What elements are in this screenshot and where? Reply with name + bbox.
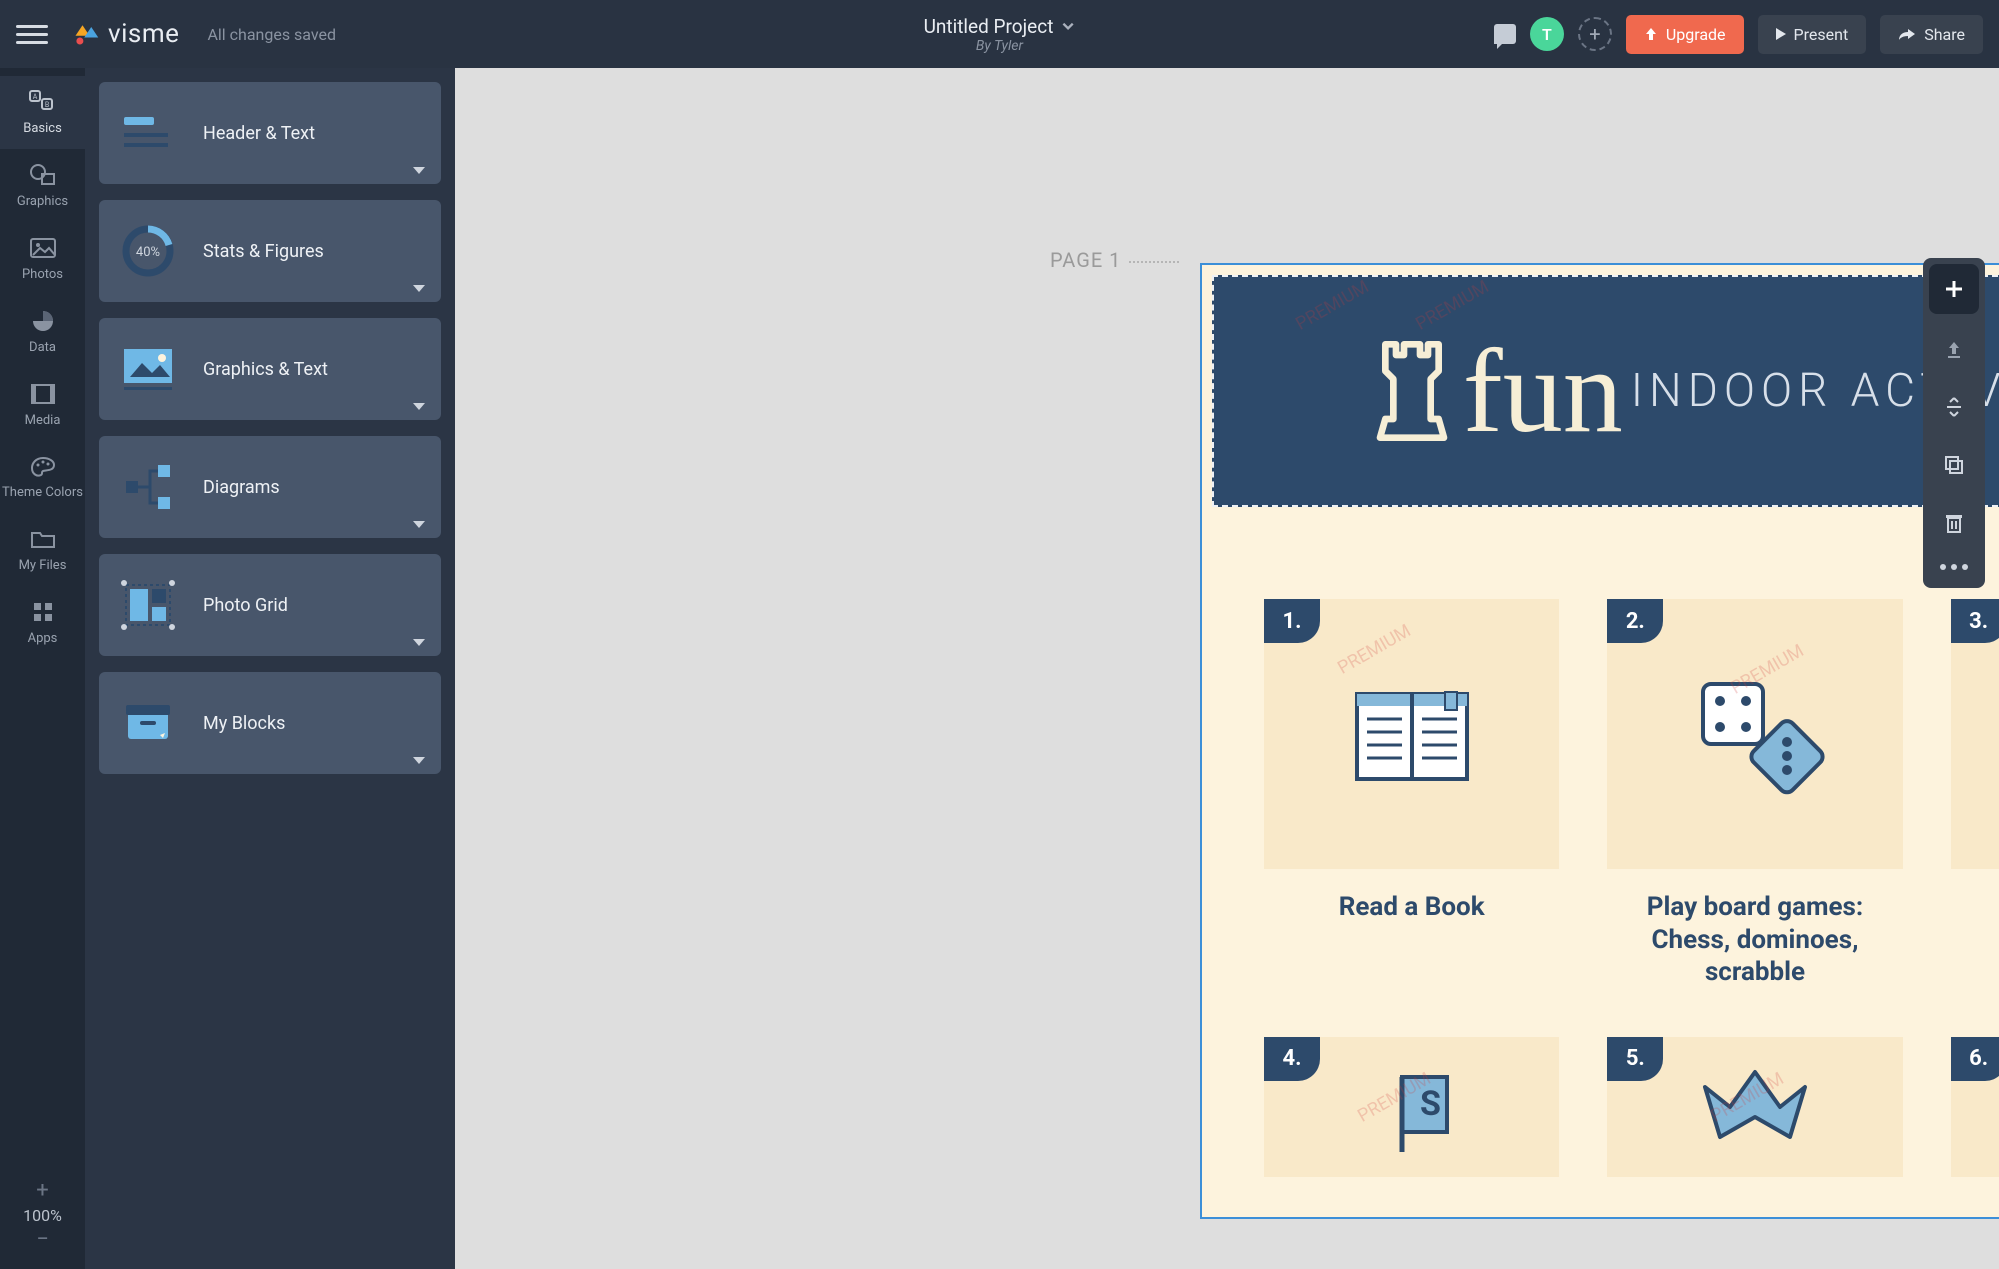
rail-media[interactable]: Media xyxy=(0,368,85,441)
save-status: All changes saved xyxy=(207,25,336,44)
folder-icon xyxy=(28,526,58,552)
more-button[interactable] xyxy=(1923,552,1985,582)
svg-text:A: A xyxy=(32,93,37,101)
project-author: By Tyler xyxy=(924,38,1076,54)
upload-button[interactable] xyxy=(1923,320,1985,378)
film-icon xyxy=(28,381,58,407)
activity-card[interactable]: 2. PREMIUM Play board games: Chess, domi… xyxy=(1607,599,1902,989)
picture-icon xyxy=(119,340,177,398)
logo-text: visme xyxy=(108,19,179,49)
palette-icon xyxy=(28,454,58,480)
pie-chart-icon xyxy=(28,308,58,334)
archive-box-icon xyxy=(119,694,177,752)
chess-rook-icon xyxy=(1369,331,1455,451)
svg-text:40%: 40% xyxy=(136,245,160,260)
image-icon xyxy=(28,235,58,261)
canvas[interactable]: PAGE 1 PREMIUM PREMIUM fun INDOOR ACTIVI… xyxy=(455,68,1999,1269)
rail-photos[interactable]: Photos xyxy=(0,222,85,295)
book-icon xyxy=(1337,674,1487,794)
svg-text:B: B xyxy=(44,101,48,109)
comment-icon[interactable] xyxy=(1494,24,1516,44)
svg-text:S: S xyxy=(1420,1084,1441,1124)
dice-icon xyxy=(1675,664,1835,804)
shapes-icon xyxy=(28,162,58,188)
header-text-icon xyxy=(119,104,177,162)
block-my-blocks[interactable]: My Blocks xyxy=(99,672,441,774)
user-avatar[interactable]: T xyxy=(1530,17,1564,51)
logo[interactable]: visme xyxy=(72,19,179,49)
grid-icon xyxy=(28,599,58,625)
rail-theme-colors[interactable]: Theme Colors xyxy=(0,441,85,513)
hero-script-text: fun xyxy=(1463,343,1623,439)
block-stats-figures[interactable]: 40% Stats & Figures xyxy=(99,200,441,302)
activity-card[interactable]: 3. PREMIUM AA Play card games xyxy=(1951,599,1999,989)
page-1[interactable]: PREMIUM PREMIUM fun INDOOR ACTIVITIES 1. xyxy=(1200,263,1999,1219)
flag-icon: S xyxy=(1362,1057,1462,1157)
activity-card[interactable]: 6. PREMIUM xyxy=(1951,1037,1999,1177)
chevron-down-icon xyxy=(413,639,425,646)
chevron-down-icon xyxy=(413,285,425,292)
org-chart-icon xyxy=(119,458,177,516)
rail-data[interactable]: Data xyxy=(0,295,85,368)
zoom-out-button[interactable]: − xyxy=(23,1229,62,1251)
block-header-text[interactable]: Header & Text xyxy=(99,82,441,184)
page-label: PAGE 1 xyxy=(1050,248,1179,272)
activity-card[interactable]: 1. PREMIUM Read a Book xyxy=(1264,599,1559,989)
block-diagrams[interactable]: Diagrams xyxy=(99,436,441,538)
stretch-button[interactable] xyxy=(1923,378,1985,436)
cards-grid: 1. PREMIUM Read a Book 2. PREMIUM Play b… xyxy=(1202,517,1999,1217)
zoom-value: 100% xyxy=(23,1206,62,1225)
upload-arrow-icon xyxy=(1644,26,1658,42)
block-photo-grid[interactable]: Photo Grid xyxy=(99,554,441,656)
zoom-in-button[interactable]: + xyxy=(23,1180,62,1202)
photo-grid-icon xyxy=(119,576,177,634)
donut-percent-icon: 40% xyxy=(119,222,177,280)
play-icon xyxy=(1776,28,1786,40)
rail-basics[interactable]: AB Basics xyxy=(0,76,85,149)
blocks-panel: Header & Text 40% Stats & Figures Graphi… xyxy=(85,68,455,1269)
chevron-down-icon xyxy=(1061,19,1075,33)
add-collaborator-button[interactable]: + xyxy=(1578,17,1612,51)
rail-apps[interactable]: Apps xyxy=(0,586,85,659)
rail-graphics[interactable]: Graphics xyxy=(0,149,85,222)
duplicate-button[interactable] xyxy=(1923,436,1985,494)
chevron-down-icon xyxy=(413,757,425,764)
hero-block[interactable]: PREMIUM PREMIUM fun INDOOR ACTIVITIES xyxy=(1212,275,1999,507)
activity-card[interactable]: 4. PREMIUM S xyxy=(1264,1037,1559,1177)
page-tools xyxy=(1923,258,1985,588)
project-title: Untitled Project xyxy=(924,15,1054,38)
block-graphics-text[interactable]: Graphics & Text xyxy=(99,318,441,420)
left-rail: AB Basics Graphics Photos Data Media The… xyxy=(0,68,85,1269)
delete-button[interactable] xyxy=(1923,494,1985,552)
zoom-control: + 100% − xyxy=(23,1168,62,1269)
chevron-down-icon xyxy=(413,403,425,410)
top-bar: visme All changes saved Untitled Project… xyxy=(0,0,1999,68)
menu-button[interactable] xyxy=(16,18,48,50)
origami-icon xyxy=(1685,1052,1825,1162)
share-button[interactable]: Share xyxy=(1880,15,1983,54)
blocks-abc-icon: AB xyxy=(28,89,58,115)
present-button[interactable]: Present xyxy=(1758,15,1867,54)
logo-mark-icon xyxy=(72,20,100,48)
add-page-button[interactable] xyxy=(1929,264,1979,314)
chevron-down-icon xyxy=(413,521,425,528)
chevron-down-icon xyxy=(413,167,425,174)
project-title-area[interactable]: Untitled Project By Tyler xyxy=(924,15,1076,54)
rail-my-files[interactable]: My Files xyxy=(0,513,85,586)
upgrade-button[interactable]: Upgrade xyxy=(1626,15,1744,54)
share-arrow-icon xyxy=(1898,27,1916,41)
activity-card[interactable]: 5. PREMIUM xyxy=(1607,1037,1902,1177)
